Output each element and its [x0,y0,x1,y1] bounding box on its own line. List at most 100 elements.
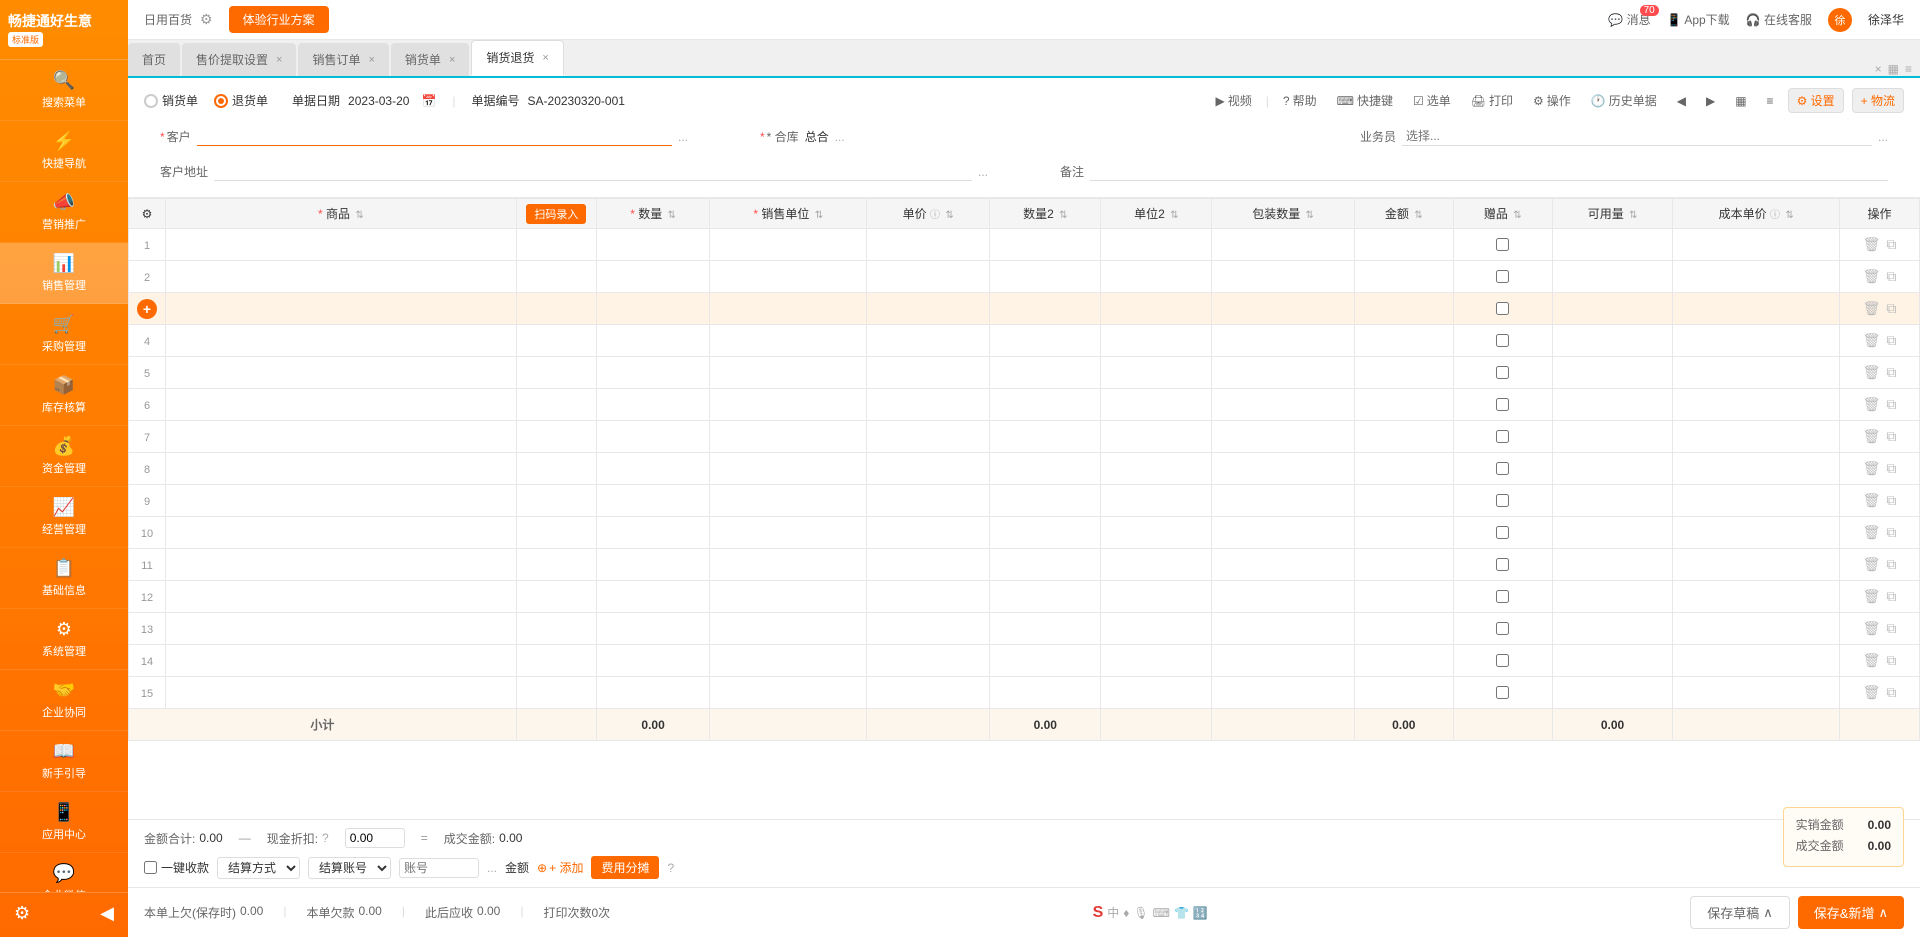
th-settings[interactable]: ⚙ [129,199,166,229]
product-input-15[interactable] [174,685,508,700]
sidebar-item-enterprise[interactable]: 🤝 企业协同 [0,670,128,731]
product-cell-10[interactable] [166,517,517,549]
address-input[interactable] [214,162,972,181]
product-input-6[interactable] [174,397,508,412]
remark-input[interactable] [1090,162,1888,181]
save-draft-btn[interactable]: 保存草稿 ∧ [1690,896,1790,929]
product-input-10[interactable] [174,525,508,540]
unit2-cell-11[interactable] [1101,549,1212,581]
pkg-cell-14[interactable] [1212,645,1354,677]
add-row-btn-3[interactable]: + [137,299,157,319]
account-dots[interactable]: ... [487,861,497,875]
product-cell-8[interactable] [166,453,517,485]
product-cell-1[interactable] [166,229,517,261]
bottom-icon2[interactable]: ♦ [1123,906,1129,920]
price-cell-14[interactable] [867,645,990,677]
salesperson-dots[interactable]: ... [1878,130,1888,144]
price-cell-11[interactable] [867,549,990,581]
gift-checkbox-6[interactable] [1496,398,1509,411]
qty2-cell-10[interactable] [990,517,1101,549]
sidebar-item-system[interactable]: ⚙ 系统管理 [0,609,128,670]
warehouse-dots[interactable]: ... [835,130,845,144]
radio-sales[interactable]: 销货单 [144,92,198,109]
delete-icon-1[interactable]: 🗑 [1863,236,1881,253]
unit-cell-15[interactable] [710,677,867,709]
unit2-cell-1[interactable] [1101,229,1212,261]
amount-cell-9[interactable] [1354,485,1453,517]
copy-icon-11[interactable]: ⧉ [1886,556,1896,573]
toolbar-shortcut[interactable]: ⌨ 快捷键 [1331,90,1399,111]
pkg-cell-12[interactable] [1212,581,1354,613]
qty-cell-2[interactable] [596,261,709,293]
toolbar-operation[interactable]: ⚙ 操作 [1527,90,1577,111]
address-dots[interactable]: ... [978,165,988,179]
copy-icon-2[interactable]: ⧉ [1886,268,1896,285]
unit2-cell-5[interactable] [1101,357,1212,389]
copy-icon-15[interactable]: ⧉ [1886,684,1896,701]
sort-unit2[interactable]: ⇅ [1170,210,1178,221]
cost-cell-2[interactable] [1673,261,1840,293]
gift-checkbox-4[interactable] [1496,334,1509,347]
delete-icon-6[interactable]: 🗑 [1863,396,1881,413]
sort-available[interactable]: ⇅ [1629,210,1637,221]
toolbar-next[interactable]: ▶ [1700,92,1721,110]
unit2-cell-3[interactable] [1101,293,1212,325]
amount-cell-6[interactable] [1354,389,1453,421]
amount-cell-2[interactable] [1354,261,1453,293]
amount-cell-15[interactable] [1354,677,1453,709]
payment-method-select[interactable]: 结算方式 [217,857,300,879]
settings-right-btn[interactable]: ⚙ 设置 [1788,88,1844,113]
gift-checkbox-3[interactable] [1496,302,1509,315]
online-service[interactable]: 🎧 在线客服 [1746,11,1812,28]
unit-cell-5[interactable] [710,357,867,389]
unit-cell-9[interactable] [710,485,867,517]
copy-icon-5[interactable]: ⧉ [1886,364,1896,381]
delete-icon-11[interactable]: 🗑 [1863,556,1881,573]
product-cell-2[interactable] [166,261,517,293]
gift-checkbox-2[interactable] [1496,270,1509,283]
pkg-cell-6[interactable] [1212,389,1354,421]
amount-cell-14[interactable] [1354,645,1453,677]
unit-cell-3[interactable] [710,293,867,325]
tab-layout-icon1[interactable]: × [1875,62,1882,76]
toolbar-prev[interactable]: ◀ [1671,92,1692,110]
unit2-cell-6[interactable] [1101,389,1212,421]
unit2-cell-9[interactable] [1101,485,1212,517]
qty-cell-5[interactable] [596,357,709,389]
copy-icon-3[interactable]: ⧉ [1886,300,1896,317]
gift-checkbox-11[interactable] [1496,558,1509,571]
delete-icon-15[interactable]: 🗑 [1863,684,1881,701]
product-cell-11[interactable] [166,549,517,581]
toolbar-grid1[interactable]: ▦ [1729,92,1752,110]
toolbar-grid2[interactable]: ≡ [1761,92,1780,110]
product-input-7[interactable] [174,429,508,444]
bottom-icon4[interactable]: ⌨ [1153,906,1170,920]
account-input[interactable] [399,858,479,878]
amount-cell-12[interactable] [1354,581,1453,613]
copy-icon-1[interactable]: ⧉ [1886,236,1896,253]
cost-cell-7[interactable] [1673,421,1840,453]
pkg-cell-11[interactable] [1212,549,1354,581]
qty2-cell-2[interactable] [990,261,1101,293]
product-cell-14[interactable] [166,645,517,677]
price-info-icon[interactable]: ⓘ [930,210,940,221]
delete-icon-2[interactable]: 🗑 [1863,268,1881,285]
tab-layout-icon2[interactable]: ▦ [1888,62,1899,76]
gift-checkbox-1[interactable] [1496,238,1509,251]
available-cell-1[interactable] [1552,229,1673,261]
fee-split-btn[interactable]: 费用分摊 [591,856,659,879]
cost-cell-13[interactable] [1673,613,1840,645]
available-cell-6[interactable] [1552,389,1673,421]
cost-cell-4[interactable] [1673,325,1840,357]
unit-cell-7[interactable] [710,421,867,453]
available-cell-2[interactable] [1552,261,1673,293]
product-cell-12[interactable] [166,581,517,613]
product-cell-4[interactable] [166,325,517,357]
sort-pkg[interactable]: ⇅ [1306,210,1314,221]
bottom-icon1[interactable]: 中 [1107,904,1119,921]
unit2-cell-2[interactable] [1101,261,1212,293]
gift-checkbox-9[interactable] [1496,494,1509,507]
copy-icon-12[interactable]: ⧉ [1886,588,1896,605]
sidebar-item-marketing[interactable]: 📣 营销推广 [0,182,128,243]
delete-icon-12[interactable]: 🗑 [1863,588,1881,605]
